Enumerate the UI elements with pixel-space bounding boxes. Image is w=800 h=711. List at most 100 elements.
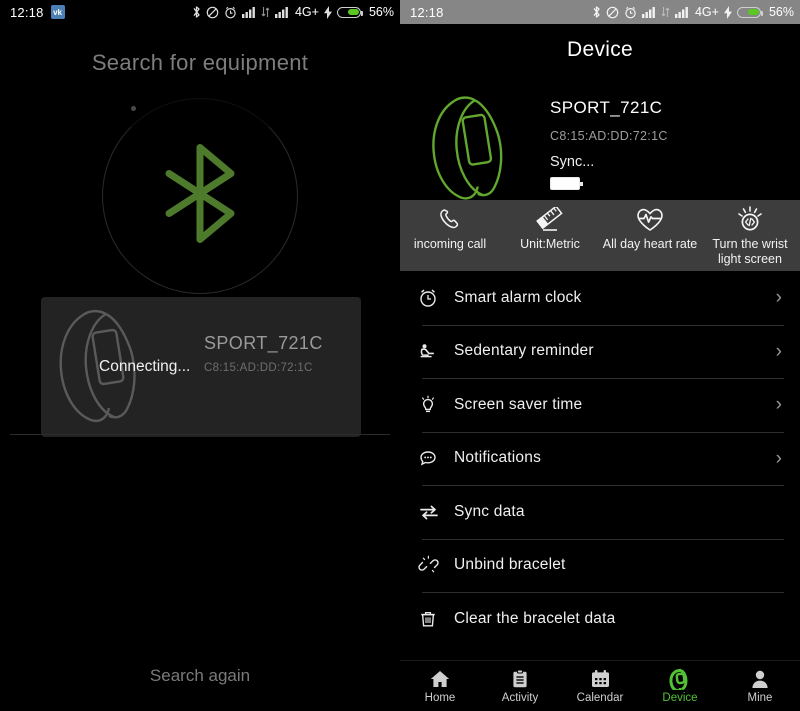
list-item-notifications[interactable]: Notifications › <box>418 431 784 486</box>
sitting-person-icon <box>418 341 454 361</box>
quick-action-unit[interactable]: Unit:Metric <box>500 200 600 252</box>
chevron-right-icon: › <box>775 447 782 469</box>
discovered-device-card[interactable]: SPORT_721C C8:15:AD:DD:72:1C <box>41 297 361 437</box>
chevron-right-icon: › <box>775 394 782 416</box>
mute-icon <box>606 6 619 19</box>
list-item-label: Clear the bracelet data <box>454 609 616 627</box>
search-again-button[interactable]: Search again <box>0 666 400 686</box>
quick-action-label: Turn the wrist light screen <box>712 237 788 266</box>
app-badge-icon: vk <box>50 5 65 19</box>
network-type: 4G+ <box>694 5 719 19</box>
status-icons: 4G+ 56% <box>192 5 394 19</box>
nav-tab-activity[interactable]: Activity <box>480 661 560 711</box>
signal-icon <box>641 6 656 18</box>
nav-tab-home[interactable]: Home <box>400 661 480 711</box>
signal-icon <box>241 6 256 18</box>
calendar-icon <box>590 668 611 690</box>
device-summary: SPORT_721C C8:15:AD:DD:72:1C Sync... <box>400 62 800 200</box>
home-icon <box>429 668 451 690</box>
list-item-sedentary-reminder[interactable]: Sedentary reminder › <box>418 324 784 379</box>
charging-bolt-icon <box>323 5 332 19</box>
nav-tab-device[interactable]: Device <box>640 661 720 711</box>
status-bar-left: 12:18 vk 4G+ 56% <box>0 0 400 24</box>
alarm-icon <box>224 6 237 19</box>
list-item-label: Smart alarm clock <box>454 288 582 306</box>
page-title: Device <box>567 38 633 61</box>
nav-tab-label: Activity <box>501 692 539 704</box>
nav-tab-label: Calendar <box>576 692 624 704</box>
wristband-icon <box>400 78 550 204</box>
quick-action-label: incoming call <box>413 237 487 251</box>
alarm-icon <box>624 6 637 19</box>
battery-full-icon <box>550 177 583 190</box>
signal-secondary-icon <box>674 6 689 18</box>
clipboard-icon <box>510 668 530 690</box>
sim-swap-icon <box>661 6 670 18</box>
list-item-label: Sedentary reminder <box>454 342 594 360</box>
wristband-icon <box>669 668 691 690</box>
nav-tab-label: Home <box>424 692 456 704</box>
sim-swap-icon <box>261 6 270 18</box>
scan-dot <box>131 106 136 111</box>
list-item-clear-bracelet-data[interactable]: Clear the bracelet data <box>418 592 784 646</box>
nav-tab-mine[interactable]: Mine <box>720 661 800 711</box>
broken-link-icon <box>418 555 454 575</box>
battery-percent: 56% <box>368 5 394 19</box>
bluetooth-icon <box>192 5 201 19</box>
device-mac: C8:15:AD:DD:72:1C <box>204 362 313 374</box>
list-item-label: Screen saver time <box>454 395 583 413</box>
list-item-label: Unbind bracelet <box>454 556 566 574</box>
list-item-label: Sync data <box>454 502 525 520</box>
status-icons: 4G+ 56% <box>592 5 794 19</box>
quick-action-label: Unit:Metric <box>520 237 580 251</box>
chevron-right-icon: › <box>775 287 782 309</box>
lightbulb-icon <box>418 395 454 415</box>
heart-rate-icon <box>635 206 665 234</box>
battery-icon <box>736 6 763 18</box>
quick-actions-row: incoming call Unit:Metric All day heart … <box>400 200 800 271</box>
battery-icon <box>336 6 363 18</box>
status-time: 12:18 <box>10 4 44 20</box>
page-title: Search for equipment <box>91 50 309 75</box>
device-mac: C8:15:AD:DD:72:1C <box>550 129 668 143</box>
person-icon <box>750 668 770 690</box>
quick-action-wrist-light[interactable]: Turn the wrist light screen <box>700 200 800 267</box>
scan-animation <box>102 98 298 294</box>
signal-secondary-icon <box>274 6 289 18</box>
status-bar-right: 12:18 4G+ 56% <box>400 0 800 24</box>
network-type: 4G+ <box>294 5 319 19</box>
quick-action-label: All day heart rate <box>602 237 698 251</box>
chat-bubble-icon <box>418 448 454 468</box>
quick-action-incoming-call[interactable]: incoming call <box>400 200 500 252</box>
list-divider <box>10 434 390 435</box>
quick-action-heart-rate[interactable]: All day heart rate <box>600 200 700 252</box>
nav-tab-calendar[interactable]: Calendar <box>560 661 640 711</box>
list-item-label: Notifications <box>454 449 542 467</box>
nav-tab-label: Device <box>662 692 698 704</box>
battery-percent: 56% <box>768 5 794 19</box>
ruler-icon <box>536 206 564 234</box>
charging-bolt-icon <box>723 5 732 19</box>
connecting-status: Connecting... <box>99 358 191 375</box>
sync-arrows-icon <box>418 502 454 522</box>
trash-can-icon <box>418 609 454 629</box>
status-time: 12:18 <box>410 4 444 20</box>
phone-call-icon <box>437 206 463 234</box>
alarm-clock-icon <box>418 288 454 308</box>
dual-screenshot: 12:18 vk 4G+ 56% Search for equipment SP… <box>0 0 800 711</box>
chevron-right-icon: › <box>775 340 782 362</box>
bluetooth-logo-icon <box>157 142 243 251</box>
list-item-unbind-bracelet[interactable]: Unbind bracelet <box>418 538 784 593</box>
list-item-smart-alarm-clock[interactable]: Smart alarm clock › <box>418 271 784 325</box>
device-name: SPORT_721C <box>204 333 323 353</box>
list-item-screen-saver-time[interactable]: Screen saver time › <box>418 378 784 432</box>
bluetooth-icon <box>592 5 601 19</box>
wrist-light-icon <box>735 206 765 234</box>
screen-device: 12:18 4G+ 56% Device SPORT_721C C8:15:AD… <box>400 0 800 711</box>
device-info: SPORT_721C C8:15:AD:DD:72:1C Sync... <box>550 78 668 190</box>
bottom-navigation: Home Activity Calendar Device Mine <box>400 660 800 711</box>
list-item-sync-data[interactable]: Sync data <box>418 485 784 539</box>
device-settings-list: Smart alarm clock › Sedentary reminder ›… <box>400 271 800 646</box>
device-name: SPORT_721C <box>550 98 663 117</box>
mute-icon <box>206 6 219 19</box>
